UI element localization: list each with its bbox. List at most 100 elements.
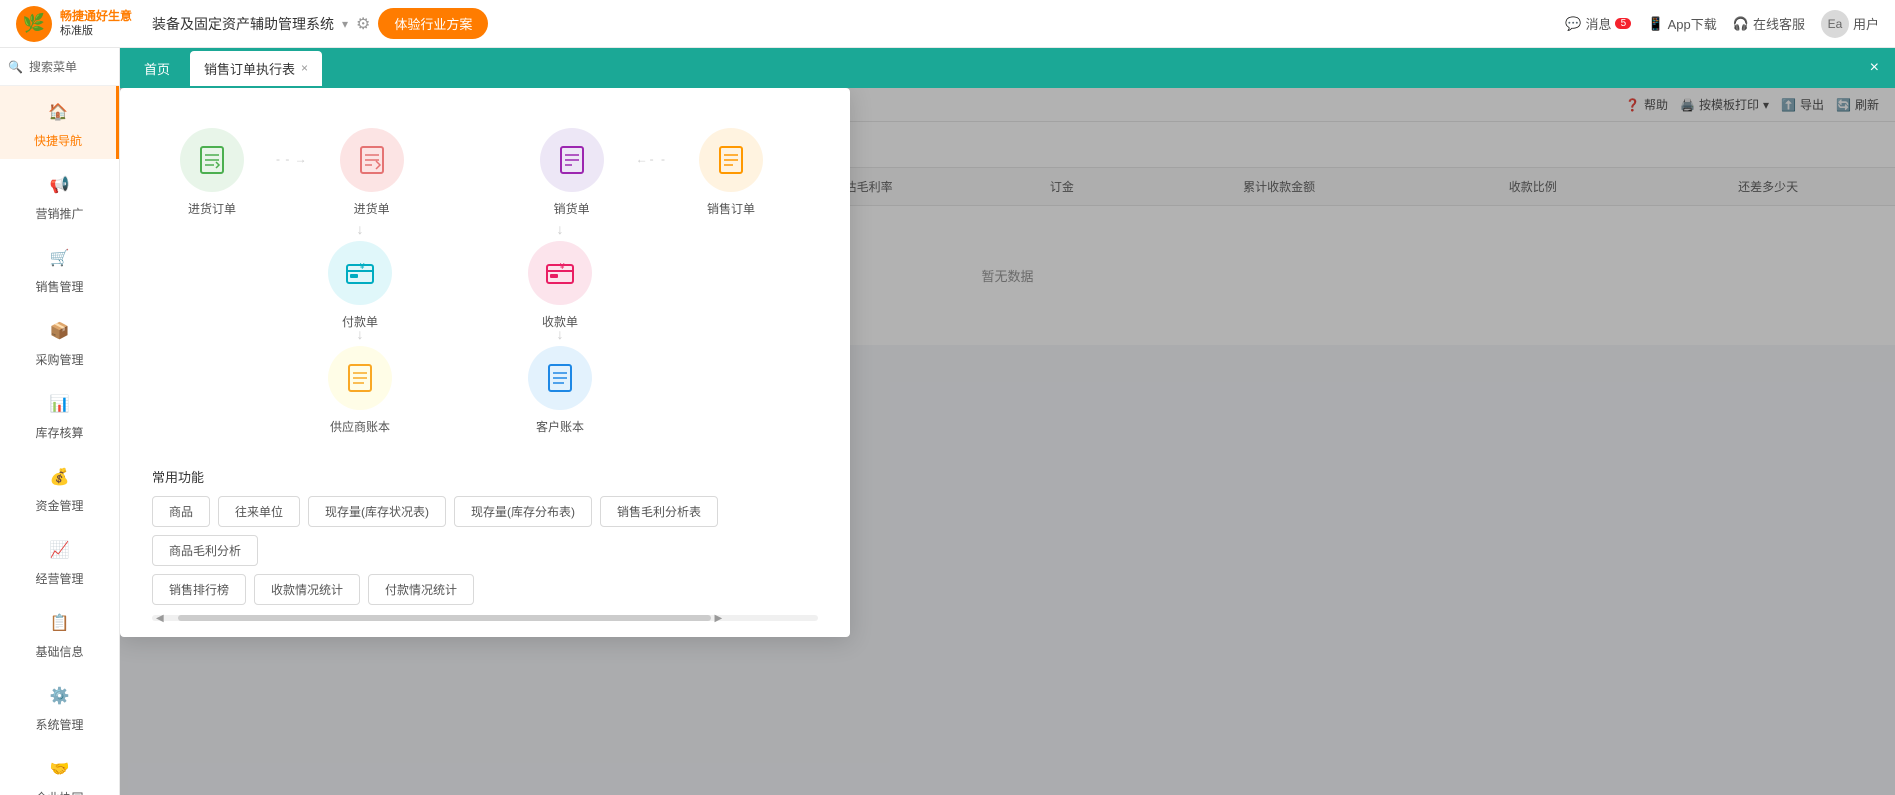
service-label: 在线客服	[1753, 14, 1805, 33]
flow-node-sales-bill[interactable]: 销货单	[512, 128, 632, 217]
app-download-item[interactable]: 📱 App下载	[1647, 14, 1716, 33]
sidebar-item-label: 资金管理	[35, 497, 83, 514]
supplier-ledger-circle	[328, 346, 392, 410]
flow-col-purchase-order: 进货订单	[152, 128, 272, 217]
purchase-order-icon	[194, 142, 230, 178]
logo-area: 🌿 畅捷通好生意 标准版	[16, 6, 136, 42]
purchase-receipt-label: 进货单	[354, 200, 390, 217]
purchase-receipt-circle	[340, 128, 404, 192]
operation-icon: 📈	[44, 534, 76, 566]
sidebar-item-label: 企业协同	[35, 789, 83, 795]
logo-text: 畅捷通好生意 标准版	[60, 9, 132, 39]
sidebar-item-operation[interactable]: 📈 经营管理	[0, 524, 119, 597]
arrow-down-receipt-2: ↓	[500, 326, 620, 342]
message-icon: 💬	[1565, 16, 1581, 32]
sales-order-circle	[699, 128, 763, 192]
tab-sales-order[interactable]: 销售订单执行表 ×	[190, 51, 322, 86]
tab-label: 销售订单执行表	[204, 59, 295, 78]
func-btn-product[interactable]: 商品	[152, 496, 210, 527]
tab-home[interactable]: 首页	[128, 51, 186, 86]
sidebar-item-label: 库存核算	[35, 424, 83, 441]
purchase-icon: 📦	[44, 315, 76, 347]
svg-text:¥: ¥	[559, 262, 565, 271]
user-item[interactable]: Ea 用户	[1821, 10, 1879, 38]
sidebar-item-system[interactable]: ⚙️ 系统管理	[0, 670, 119, 743]
flow-node-receipt[interactable]: ¥ 收款单	[500, 241, 620, 330]
brand-sub: 标准版	[60, 24, 132, 38]
message-badge: 5	[1615, 18, 1631, 29]
arrow-down-receipt: ↓	[500, 221, 620, 237]
sidebar-search[interactable]: 🔍 搜索菜单	[0, 48, 119, 86]
supplier-ledger-icon	[342, 360, 378, 396]
flow-node-supplier-ledger[interactable]: 供应商账本	[300, 346, 420, 435]
scroll-right-btn[interactable]: ▶	[711, 613, 727, 624]
sidebar-item-marketing[interactable]: 📢 营销推广	[0, 159, 119, 232]
main-layout: 🔍 搜索菜单 🏠 快捷导航 📢 营销推广 🛒 销售管理 📦 采购管理 📊 库存核…	[0, 48, 1895, 795]
sales-order-label: 销售订单	[707, 200, 755, 217]
func-btn-sales-gross[interactable]: 销售毛利分析表	[600, 496, 718, 527]
purchase-order-circle	[180, 128, 244, 192]
flow-node-purchase-receipt[interactable]: 进货单	[312, 128, 432, 217]
sidebar-item-finance[interactable]: 💰 资金管理	[0, 451, 119, 524]
customer-ledger-icon	[542, 360, 578, 396]
logo-icon: 🌿	[16, 6, 52, 42]
message-item[interactable]: 💬 消息 5	[1565, 14, 1631, 33]
enterprise-icon: 🤝	[44, 753, 76, 785]
flow-col-purchase-receipt: 进货单	[312, 128, 432, 217]
arrow-down-payment: ↓	[300, 221, 420, 237]
tab-close-btn[interactable]: ×	[301, 61, 308, 75]
flow-row-0: 进货订单 - - →	[152, 128, 818, 217]
purchase-order-label: 进货订单	[188, 200, 236, 217]
system-dropdown-btn[interactable]: ▾	[342, 17, 348, 31]
func-btn-stock-status[interactable]: 现存量(库存状况表)	[308, 496, 446, 527]
sidebar-item-label: 快捷导航	[34, 132, 82, 149]
user-avatar: Ea	[1821, 10, 1849, 38]
header-middle: 装备及固定资产辅助管理系统 ▾ ⚙ 体验行业方案	[136, 8, 1565, 39]
scroll-thumb	[178, 615, 711, 621]
sidebar-item-label: 基础信息	[35, 643, 83, 660]
inventory-icon: 📊	[44, 388, 76, 420]
sidebar-item-quick-nav[interactable]: 🏠 快捷导航	[0, 86, 119, 159]
content-area: 首页 销售订单执行表 × × ❓ 帮助 🖨️ 按模板打印 ▾	[120, 48, 1895, 795]
finance-icon: 💰	[44, 461, 76, 493]
flow-node-customer-ledger[interactable]: 客户账本	[500, 346, 620, 435]
service-icon: 🎧	[1733, 16, 1749, 32]
sidebar-item-label: 营销推广	[35, 205, 83, 222]
func-btn-payment-stat[interactable]: 付款情况统计	[368, 574, 474, 605]
sales-bill-icon	[554, 142, 590, 178]
sidebar-item-inventory[interactable]: 📊 库存核算	[0, 378, 119, 451]
service-item[interactable]: 🎧 在线客服	[1733, 14, 1805, 33]
flow-col-receipt: ↓ ¥	[500, 225, 620, 435]
flow-col-payment: ↓ ¥	[300, 225, 420, 435]
flow-arrow-1: ←- -	[632, 152, 671, 166]
flow-mid-section: ↓ ¥	[152, 225, 818, 435]
popup-overlay[interactable]: 进货订单 - - →	[120, 88, 1895, 795]
func-btn-stock-dist[interactable]: 现存量(库存分布表)	[454, 496, 592, 527]
sidebar-item-basic[interactable]: 📋 基础信息	[0, 597, 119, 670]
func-btn-sales-rank[interactable]: 销售排行榜	[152, 574, 246, 605]
sidebar-item-enterprise[interactable]: 🤝 企业协同	[0, 743, 119, 795]
gear-btn[interactable]: ⚙	[356, 14, 370, 34]
flow-col-sales-bill: 销货单	[512, 128, 632, 217]
sidebar-item-purchase[interactable]: 📦 采购管理	[0, 305, 119, 378]
popup-scrollbar[interactable]: ◀ ▶	[152, 615, 818, 621]
header-right: 💬 消息 5 📱 App下载 🎧 在线客服 Ea 用户	[1565, 10, 1879, 38]
flow-node-payment[interactable]: ¥ 付款单	[300, 241, 420, 330]
payment-circle: ¥	[328, 241, 392, 305]
flow-node-sales-order[interactable]: 销售订单	[671, 128, 791, 217]
sidebar-item-label: 经营管理	[35, 570, 83, 587]
sidebar-item-sales[interactable]: 🛒 销售管理	[0, 232, 119, 305]
func-btn-partner[interactable]: 往来单位	[218, 496, 300, 527]
function-btns-row2: 销售排行榜 收款情况统计 付款情况统计	[152, 574, 818, 605]
app-icon: 📱	[1647, 16, 1663, 32]
common-title: 常用功能	[152, 467, 818, 486]
func-btn-receipt-stat[interactable]: 收款情况统计	[254, 574, 360, 605]
sidebar-item-label: 系统管理	[35, 716, 83, 733]
func-btn-product-gross[interactable]: 商品毛利分析	[152, 535, 258, 566]
flow-node-purchase-order[interactable]: 进货订单	[152, 128, 272, 217]
close-window-btn[interactable]: ×	[1862, 55, 1887, 81]
app-label: App下载	[1668, 14, 1717, 33]
scroll-left-btn[interactable]: ◀	[152, 613, 168, 624]
message-label: 消息	[1585, 14, 1611, 33]
trial-btn[interactable]: 体验行业方案	[378, 8, 488, 39]
